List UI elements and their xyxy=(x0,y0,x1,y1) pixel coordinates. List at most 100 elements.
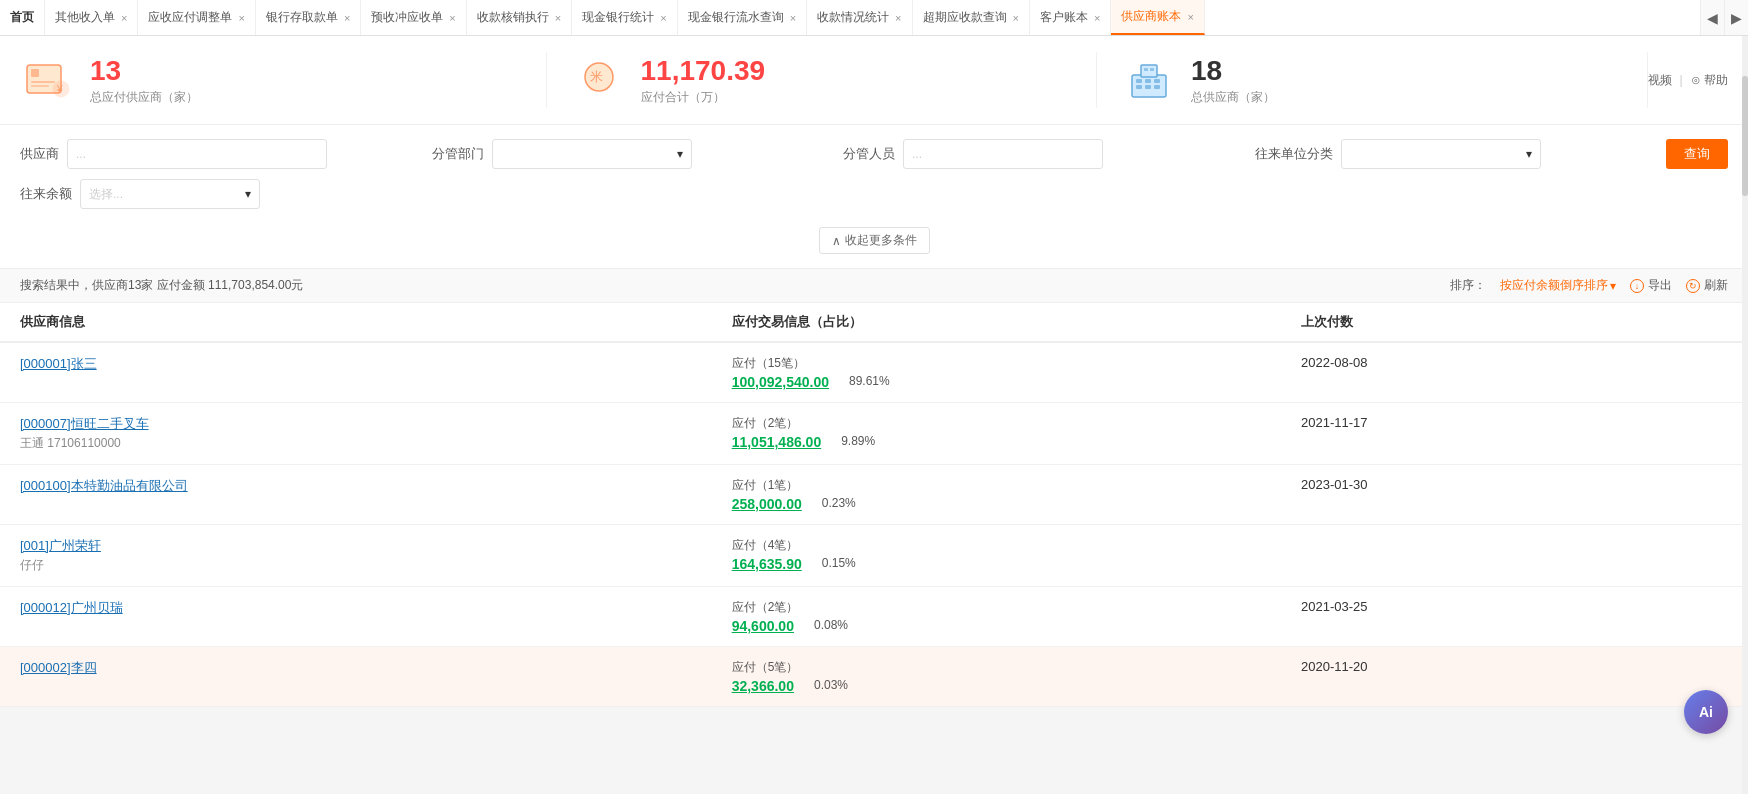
balance-placeholder: 选择... xyxy=(89,186,123,203)
supplier-link[interactable]: [001]广州荣轩 xyxy=(20,538,101,553)
tx-row: 32,366.00 0.03% xyxy=(732,676,1301,694)
nav-adjustment[interactable]: 应收应付调整单 × xyxy=(138,0,255,35)
close-icon[interactable]: × xyxy=(449,12,455,24)
tx-amount-link[interactable]: 32,366.00 xyxy=(732,678,794,694)
table-row: [000100]本特勤油品有限公司 应付（1笔） 258,000.00 0.23… xyxy=(0,465,1748,525)
nav-supplier-ledger[interactable]: 供应商账本 × xyxy=(1111,0,1204,35)
col-header-lastpay: 上次付数 xyxy=(1301,313,1728,331)
tx-label: 应付（2笔） xyxy=(732,415,1301,432)
refresh-label: 刷新 xyxy=(1704,277,1728,294)
transaction-cell: 应付（15笔） 100,092,540.00 89.61% xyxy=(732,355,1301,390)
stat-icon-3 xyxy=(1121,52,1177,108)
tx-amount-link[interactable]: 94,600.00 xyxy=(732,618,794,634)
last-pay-cell: 2020-11-20 xyxy=(1301,659,1728,674)
supplier-link[interactable]: [000100]本特勤油品有限公司 xyxy=(20,478,188,493)
close-icon[interactable]: × xyxy=(555,12,561,24)
col-header-transaction: 应付交易信息（占比） xyxy=(732,313,1301,331)
last-pay-cell: 2021-03-25 xyxy=(1301,599,1728,614)
nav-other-income[interactable]: 其他收入单 × xyxy=(45,0,138,35)
svg-rect-14 xyxy=(1154,85,1160,89)
supplier-link[interactable]: [000012]广州贝瑞 xyxy=(20,600,123,615)
supplier-info-cell: [000012]广州贝瑞 xyxy=(20,599,732,617)
dept-label: 分管部门 xyxy=(432,145,484,163)
category-select[interactable]: ▾ xyxy=(1341,139,1541,169)
nav-home-label: 首页 xyxy=(10,9,34,26)
scrollbar-track[interactable] xyxy=(1742,36,1748,707)
nav-home[interactable]: 首页 xyxy=(0,0,45,35)
close-icon[interactable]: × xyxy=(1013,12,1019,24)
close-icon[interactable]: × xyxy=(895,12,901,24)
chevron-down-icon: ▾ xyxy=(677,147,683,161)
nav-prepay[interactable]: 预收冲应收单 × xyxy=(361,0,466,35)
stat-payable-total: 米 11,170.39 应付合计（万） xyxy=(547,52,1098,108)
collapse-button[interactable]: ∧ 收起更多条件 xyxy=(819,227,930,254)
results-actions: 排序： 按应付余额倒序排序 ▾ ↓ 导出 ↻ 刷新 xyxy=(1450,277,1728,294)
nav-next-arrow[interactable]: ▶ xyxy=(1724,0,1748,36)
tx-label: 应付（5笔） xyxy=(732,659,1301,676)
supplier-link[interactable]: [000002]李四 xyxy=(20,660,97,675)
stat-content-2: 11,170.39 应付合计（万） xyxy=(641,54,766,107)
query-button[interactable]: 查询 xyxy=(1666,139,1728,169)
export-icon: ↓ xyxy=(1630,279,1644,293)
supplier-sub: 仔仔 xyxy=(20,557,732,574)
person-input[interactable]: ... xyxy=(903,139,1103,169)
tx-percent: 9.89% xyxy=(841,434,875,448)
tx-amount-link[interactable]: 258,000.00 xyxy=(732,496,802,512)
supplier-link[interactable]: [000007]恒旺二手叉车 xyxy=(20,416,149,431)
balance-label: 往来余额 xyxy=(20,185,72,203)
tx-percent: 0.08% xyxy=(814,618,848,632)
tx-amount-link[interactable]: 11,051,486.00 xyxy=(732,434,822,450)
table-row: [000001]张三 应付（15笔） 100,092,540.00 89.61%… xyxy=(0,343,1748,403)
svg-text:米: 米 xyxy=(590,69,603,84)
filter-area: 供应商 ... 分管部门 ▾ 分管人员 ... 往来单位分类 ▾ xyxy=(0,125,1748,269)
filter-category: 往来单位分类 ▾ xyxy=(1255,139,1651,169)
video-link[interactable]: 视频 xyxy=(1648,72,1672,89)
close-icon[interactable]: × xyxy=(121,12,127,24)
help-link[interactable]: ⊙ 帮助 xyxy=(1691,72,1728,89)
refresh-button[interactable]: ↻ 刷新 xyxy=(1686,277,1728,294)
nav-label: 预收冲应收单 xyxy=(371,9,443,26)
nav-customer-ledger[interactable]: 客户账本 × xyxy=(1030,0,1111,35)
nav-bank[interactable]: 银行存取款单 × xyxy=(256,0,361,35)
last-pay-cell: 2023-01-30 xyxy=(1301,477,1728,492)
scrollbar-thumb[interactable] xyxy=(1742,76,1748,196)
results-summary: 搜索结果中，供应商13家 应付金额 111,703,854.00元 xyxy=(20,277,303,294)
close-icon[interactable]: × xyxy=(344,12,350,24)
stat-icon-1: ¥ xyxy=(20,52,76,108)
ai-button[interactable]: Ai xyxy=(1684,690,1728,707)
nav-cash-stats[interactable]: 现金银行统计 × xyxy=(572,0,677,35)
nav-overdue[interactable]: 超期应收款查询 × xyxy=(913,0,1030,35)
nav-collection-stats[interactable]: 收款情况统计 × xyxy=(807,0,912,35)
tx-label: 应付（1笔） xyxy=(732,477,1301,494)
svg-rect-3 xyxy=(31,85,49,87)
table-row: [000012]广州贝瑞 应付（2笔） 94,600.00 0.08% 2021… xyxy=(0,587,1748,647)
last-pay-cell: 2022-08-08 xyxy=(1301,355,1728,370)
svg-rect-16 xyxy=(1144,68,1148,71)
svg-rect-13 xyxy=(1145,85,1151,89)
nav-collection[interactable]: 收款核销执行 × xyxy=(467,0,572,35)
tx-amount-link[interactable]: 164,635.90 xyxy=(732,556,802,572)
table-row: [000002]李四 应付（5笔） 32,366.00 0.03% 2020-1… xyxy=(0,647,1748,707)
balance-select[interactable]: 选择... ▾ xyxy=(80,179,260,209)
export-button[interactable]: ↓ 导出 xyxy=(1630,277,1672,294)
svg-rect-9 xyxy=(1136,79,1142,83)
close-icon[interactable]: × xyxy=(790,12,796,24)
collapse-label: 收起更多条件 xyxy=(845,232,917,249)
tx-amount-link[interactable]: 100,092,540.00 xyxy=(732,374,829,390)
sort-select[interactable]: 按应付余额倒序排序 ▾ xyxy=(1500,277,1616,294)
nav-cash-flow[interactable]: 现金银行流水查询 × xyxy=(678,0,807,35)
supplier-label: 供应商 xyxy=(20,145,59,163)
stat-label-payable: 总应付供应商（家） xyxy=(90,89,198,106)
close-icon[interactable]: × xyxy=(1187,11,1193,23)
close-icon[interactable]: × xyxy=(238,12,244,24)
close-icon[interactable]: × xyxy=(660,12,666,24)
supplier-link[interactable]: [000001]张三 xyxy=(20,356,97,371)
filter-dept: 分管部门 ▾ xyxy=(432,139,828,169)
nav-prev-arrow[interactable]: ◀ xyxy=(1700,0,1724,36)
dept-select[interactable]: ▾ xyxy=(492,139,692,169)
supplier-input[interactable]: ... xyxy=(67,139,327,169)
tx-percent: 0.23% xyxy=(822,496,856,510)
close-icon[interactable]: × xyxy=(1094,12,1100,24)
last-pay-cell: 2021-11-17 xyxy=(1301,415,1728,430)
link-divider: | xyxy=(1680,73,1683,87)
